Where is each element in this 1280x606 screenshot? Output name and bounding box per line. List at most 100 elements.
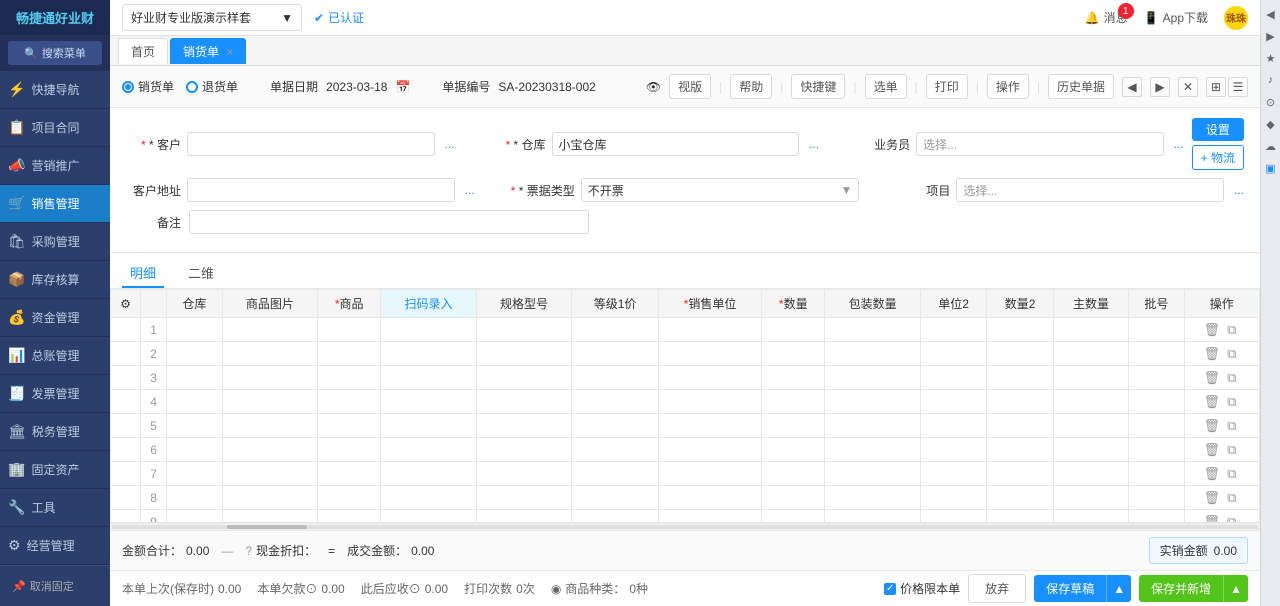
save-new-dropdown[interactable]: ▲ — [1223, 575, 1248, 602]
row-unit2[interactable] — [920, 318, 986, 342]
row-batch[interactable] — [1129, 318, 1184, 342]
toolbar-view-btn[interactable]: 视版 — [669, 74, 711, 99]
search-menu-button[interactable]: 🔍 专业版 首页 搜索菜单 — [8, 41, 102, 65]
radio-return[interactable]: 退货单 — [186, 78, 238, 95]
invoice-select[interactable]: 不开票 ▼ — [581, 178, 860, 202]
delete-icon[interactable]: 🗑 — [1204, 346, 1220, 362]
row-pack-qty[interactable] — [825, 318, 921, 342]
save-draft-dropdown[interactable]: ▲ — [1106, 575, 1131, 602]
toolbar-help-btn[interactable]: 帮助 — [730, 74, 772, 99]
prev-record-btn[interactable]: ◀ — [1122, 77, 1142, 97]
row-batch-import[interactable] — [381, 318, 477, 342]
delete-icon[interactable]: 🗑 — [1204, 490, 1220, 506]
right-panel-icon-cloud[interactable]: ☁ — [1263, 138, 1279, 154]
salesperson-input[interactable]: 选择... — [916, 132, 1164, 156]
copy-icon[interactable]: ⧉ — [1224, 322, 1240, 338]
copy-icon[interactable]: ⧉ — [1224, 346, 1240, 362]
delete-icon[interactable]: 🗑 — [1204, 418, 1220, 434]
toolbar-print-btn[interactable]: 打印 — [926, 74, 968, 99]
delete-icon[interactable]: 🗑 — [1204, 442, 1220, 458]
row-qty2[interactable] — [987, 318, 1053, 342]
messages-button[interactable]: 🔔 1 消息 — [1085, 9, 1128, 26]
save-new-button[interactable]: 保存并新增 — [1139, 575, 1223, 602]
sidebar-item-marketing[interactable]: 📣 营销推广 — [0, 147, 110, 185]
price-limit-checkbox[interactable]: ✓ 价格限本单 — [884, 580, 960, 597]
sidebar-item-tools[interactable]: 🔧 工具 — [0, 489, 110, 527]
tab-close-icon[interactable]: × — [226, 45, 233, 59]
toolbar-shortcut-btn[interactable]: 快捷键 — [791, 74, 845, 99]
warehouse-ellipsis[interactable]: ... — [809, 137, 819, 151]
tab-home[interactable]: 首页 — [118, 38, 168, 64]
copy-icon[interactable]: ⧉ — [1224, 418, 1240, 434]
row-checkbox[interactable] — [111, 318, 141, 342]
right-panel-icon-note[interactable]: ♪ — [1263, 72, 1279, 88]
copy-icon[interactable]: ⧉ — [1224, 370, 1240, 386]
add-logistics-button[interactable]: + 物流 — [1192, 145, 1244, 170]
user-profile[interactable]: 珠珠 — [1224, 6, 1248, 30]
th-settings[interactable]: ⚙ — [111, 290, 141, 318]
app-download-button[interactable]: 📱 App下载 — [1144, 9, 1208, 26]
sidebar-item-inventory[interactable]: 📦 库存核算 — [0, 261, 110, 299]
company-selector[interactable]: 好业财专业版演示样套 ▼ — [122, 4, 302, 31]
tab-detail[interactable]: 明细 — [122, 259, 164, 288]
project-ellipsis[interactable]: ... — [1234, 183, 1244, 197]
cancel-fixed-button[interactable]: 📌 取消固定 — [8, 574, 102, 598]
row-spec[interactable] — [476, 318, 572, 342]
copy-icon[interactable]: ⧉ — [1224, 466, 1240, 482]
right-panel-icon-grid[interactable]: ▣ — [1263, 160, 1279, 176]
sidebar-item-invoice[interactable]: 🧾 发票管理 — [0, 375, 110, 413]
remark-textarea[interactable] — [189, 210, 589, 234]
grid-view-btn[interactable]: ⊞ — [1206, 77, 1226, 97]
close-form-btn[interactable]: ✕ — [1178, 77, 1198, 97]
sidebar-item-funds[interactable]: 💰 资金管理 — [0, 299, 110, 337]
customer-input[interactable] — [187, 132, 435, 156]
delete-icon[interactable]: 🗑 — [1204, 370, 1220, 386]
customer-ellipsis[interactable]: ... — [445, 137, 455, 151]
row-sale-unit[interactable] — [658, 318, 761, 342]
copy-icon[interactable]: ⧉ — [1224, 514, 1240, 523]
address-input[interactable] — [187, 178, 455, 202]
tab-sale-order[interactable]: 销货单 × — [170, 38, 246, 64]
list-view-btn[interactable]: ☰ — [1228, 77, 1248, 97]
row-product-img[interactable] — [222, 318, 318, 342]
right-panel-icon-star[interactable]: ★ — [1263, 50, 1279, 66]
row-qty[interactable] — [762, 318, 825, 342]
right-panel-icon-2[interactable]: ▶ — [1263, 28, 1279, 44]
delete-icon[interactable]: 🗑 — [1204, 394, 1220, 410]
sidebar-item-project[interactable]: 📋 项目合同 — [0, 109, 110, 147]
toolbar-select-btn[interactable]: 选单 — [865, 74, 907, 99]
row-product[interactable] — [318, 318, 381, 342]
help-icon[interactable]: ? — [245, 544, 252, 558]
calendar-icon[interactable]: 📅 — [395, 80, 410, 94]
row-grade-price[interactable] — [572, 318, 659, 342]
delete-icon[interactable]: 🗑 — [1204, 322, 1220, 338]
copy-icon[interactable]: ⧉ — [1224, 442, 1240, 458]
project-input[interactable]: 选择... — [956, 178, 1224, 202]
warehouse-input[interactable]: 小宝仓库 — [552, 132, 800, 156]
salesperson-ellipsis[interactable]: ... — [1174, 137, 1184, 151]
next-record-btn[interactable]: ▶ — [1150, 77, 1170, 97]
horizontal-scrollbar[interactable] — [110, 522, 1260, 530]
sidebar-item-sales[interactable]: 🛒 销售管理 — [0, 185, 110, 223]
sidebar-item-purchase[interactable]: 🛍 采购管理 — [0, 223, 110, 261]
sidebar-item-quick-nav[interactable]: ⚡ 快捷导航 — [0, 71, 110, 109]
right-panel-icon-diamond[interactable]: ◆ — [1263, 116, 1279, 132]
sidebar-item-accounting[interactable]: 📊 总账管理 — [0, 337, 110, 375]
copy-icon[interactable]: ⧉ — [1224, 394, 1240, 410]
row-main-qty[interactable] — [1053, 318, 1128, 342]
sidebar-item-fixed-assets[interactable]: 🏢 固定资产 — [0, 451, 110, 489]
toolbar-operate-btn[interactable]: 操作 — [987, 74, 1029, 99]
address-ellipsis[interactable]: ... — [465, 183, 475, 197]
tab-2d[interactable]: 二维 — [180, 259, 222, 288]
right-panel-icon-1[interactable]: ◀ — [1263, 6, 1279, 22]
sidebar-item-tax[interactable]: 🏛 税务管理 — [0, 413, 110, 451]
row-warehouse[interactable] — [167, 318, 222, 342]
right-panel-icon-circle[interactable]: ⊙ — [1263, 94, 1279, 110]
delete-icon[interactable]: 🗑 — [1204, 466, 1220, 482]
copy-icon[interactable]: ⧉ — [1224, 490, 1240, 506]
set-button[interactable]: 设置 — [1192, 118, 1244, 141]
row-checkbox[interactable] — [111, 342, 141, 366]
save-draft-button[interactable]: 保存草稿 — [1034, 575, 1106, 602]
sidebar-item-operations[interactable]: ⚙ 经营管理 — [0, 527, 110, 565]
delete-icon[interactable]: 🗑 — [1204, 514, 1220, 523]
